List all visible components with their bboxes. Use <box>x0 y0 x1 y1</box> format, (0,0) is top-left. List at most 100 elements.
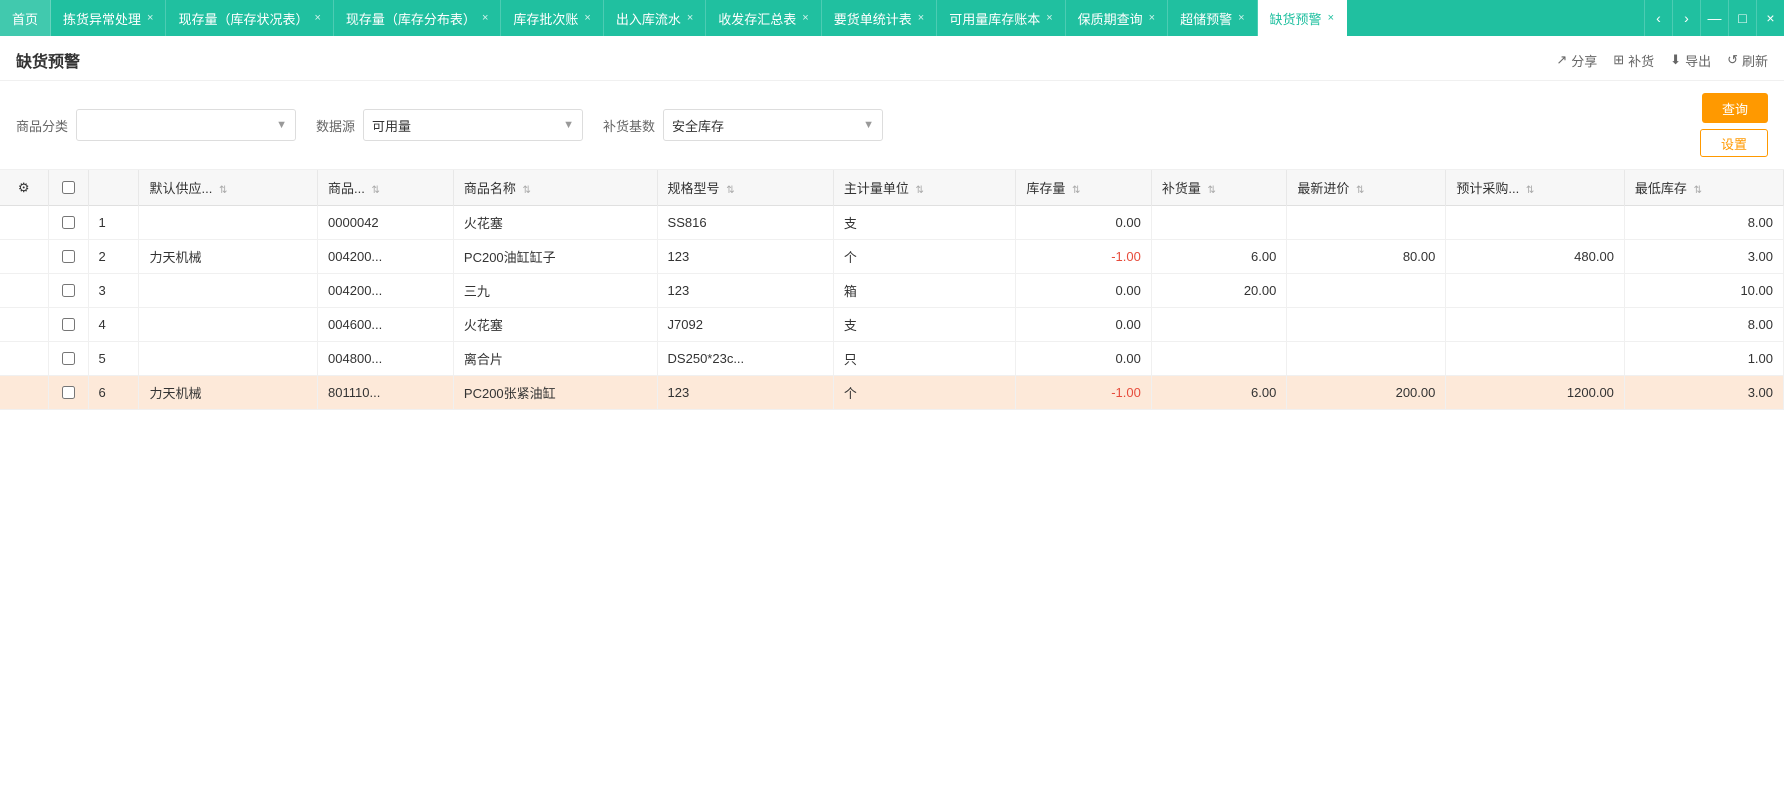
select-all-checkbox[interactable] <box>62 181 75 194</box>
tab-close-batch-account[interactable]: × <box>584 12 590 24</box>
row-min-stock: 3.00 <box>1624 240 1783 274</box>
replenish-icon: ⊞ <box>1613 52 1624 68</box>
row-replenish-qty <box>1151 308 1287 342</box>
col-product-code[interactable]: 商品... ⇅ <box>318 170 454 206</box>
row-checkbox[interactable] <box>62 386 75 399</box>
refresh-button[interactable]: ↺ 刷新 <box>1727 51 1768 70</box>
row-supplier: 力天机械 <box>139 376 318 410</box>
row-checkbox[interactable] <box>62 284 75 297</box>
tab-close-shortage[interactable]: × <box>1328 12 1334 24</box>
tab-close-inventory-dist[interactable]: × <box>482 12 488 24</box>
tab-inventory-status[interactable]: 现存量（库存状况表） × <box>166 0 333 36</box>
table-container: ⚙ 默认供应... ⇅ 商品... ⇅ <box>0 170 1784 410</box>
row-spec: DS250*23c... <box>657 342 833 376</box>
sort-icon-stock: ⇅ <box>1072 185 1080 196</box>
tab-in-out-flow[interactable]: 出入库流水 × <box>604 0 706 36</box>
col-min-stock[interactable]: 最低库存 ⇅ <box>1624 170 1783 206</box>
export-icon: ⬇ <box>1670 52 1681 68</box>
tab-inventory-dist[interactable]: 现存量（库存分布表） × <box>334 0 501 36</box>
row-checkbox-cell[interactable] <box>48 376 88 410</box>
datasource-select[interactable]: 可用量 ▼ <box>363 109 583 141</box>
datasource-filter-group: 数据源 可用量 ▼ <box>316 109 583 141</box>
replenish-base-select[interactable]: 安全库存 ▼ <box>663 109 883 141</box>
replenish-base-chevron-down-icon: ▼ <box>863 119 874 131</box>
tab-available-ledger[interactable]: 可用量库存账本 × <box>937 0 1065 36</box>
tab-nav-buttons: ‹ › — □ × <box>1644 0 1784 36</box>
window-close[interactable]: × <box>1756 0 1784 36</box>
sort-icon-min-stock: ⇅ <box>1694 185 1702 196</box>
col-stock-qty[interactable]: 库存量 ⇅ <box>1016 170 1152 206</box>
window-maximize[interactable]: □ <box>1728 0 1756 36</box>
tab-close-exception[interactable]: × <box>147 12 153 24</box>
row-num: 5 <box>88 342 139 376</box>
category-select[interactable]: ▼ <box>76 109 296 141</box>
settings-button[interactable]: 设置 <box>1700 129 1768 157</box>
row-num: 4 <box>88 308 139 342</box>
tab-order-stats[interactable]: 要货单统计表 × <box>822 0 937 36</box>
row-unit: 个 <box>833 376 1015 410</box>
col-est-purchase[interactable]: 预计采购... ⇅ <box>1446 170 1625 206</box>
export-button[interactable]: ⬇ 导出 <box>1670 51 1711 70</box>
row-min-stock: 8.00 <box>1624 206 1783 240</box>
row-checkbox[interactable] <box>62 352 75 365</box>
row-checkbox-cell[interactable] <box>48 240 88 274</box>
col-replenish-qty[interactable]: 补货量 ⇅ <box>1151 170 1287 206</box>
tab-scroll-left[interactable]: ‹ <box>1644 0 1672 36</box>
col-unit[interactable]: 主计量单位 ⇅ <box>833 170 1015 206</box>
tab-home[interactable]: 首页 <box>0 0 51 36</box>
tab-close-inventory-status[interactable]: × <box>314 12 320 24</box>
sort-icon-replenish: ⇅ <box>1207 185 1215 196</box>
row-est-purchase: 480.00 <box>1446 240 1625 274</box>
row-num: 1 <box>88 206 139 240</box>
row-spec: 123 <box>657 240 833 274</box>
sort-icon-est-purchase: ⇅ <box>1526 185 1534 196</box>
datasource-select-value: 可用量 <box>372 116 411 135</box>
col-spec[interactable]: 规格型号 ⇅ <box>657 170 833 206</box>
share-button[interactable]: ↗ 分享 <box>1556 51 1597 70</box>
tab-close-receipt-summary[interactable]: × <box>802 12 808 24</box>
settings-gear-icon[interactable]: ⚙ <box>18 180 30 195</box>
tab-close-order-stats[interactable]: × <box>918 12 924 24</box>
row-checkbox[interactable] <box>62 216 75 229</box>
row-checkbox[interactable] <box>62 250 75 263</box>
row-est-purchase <box>1446 274 1625 308</box>
row-checkbox-cell[interactable] <box>48 308 88 342</box>
tab-overstock[interactable]: 超储预警 × <box>1168 0 1257 36</box>
category-chevron-down-icon: ▼ <box>276 119 287 131</box>
col-settings[interactable]: ⚙ <box>0 170 48 206</box>
row-num: 3 <box>88 274 139 308</box>
row-est-purchase <box>1446 342 1625 376</box>
row-latest-price <box>1287 274 1446 308</box>
tab-batch-account[interactable]: 库存批次账 × <box>501 0 603 36</box>
col-default-supplier[interactable]: 默认供应... ⇅ <box>139 170 318 206</box>
tab-close-in-out-flow[interactable]: × <box>687 12 693 24</box>
replenish-button[interactable]: ⊞ 补货 <box>1613 51 1654 70</box>
col-latest-price[interactable]: 最新进价 ⇅ <box>1287 170 1446 206</box>
tab-exception[interactable]: 拣货异常处理 × <box>51 0 166 36</box>
tab-close-overstock[interactable]: × <box>1238 12 1244 24</box>
row-checkbox-cell[interactable] <box>48 342 88 376</box>
row-product-code: 004200... <box>318 240 454 274</box>
tab-shortage[interactable]: 缺货预警 × <box>1258 0 1347 36</box>
row-checkbox-cell[interactable] <box>48 206 88 240</box>
tab-close-expiry-query[interactable]: × <box>1149 12 1155 24</box>
tab-expiry-query[interactable]: 保质期查询 × <box>1066 0 1168 36</box>
row-spec: SS816 <box>657 206 833 240</box>
row-settings-cell <box>0 274 48 308</box>
row-checkbox-cell[interactable] <box>48 274 88 308</box>
row-stock-qty: 0.00 <box>1016 206 1152 240</box>
row-checkbox[interactable] <box>62 318 75 331</box>
col-product-name[interactable]: 商品名称 ⇅ <box>453 170 657 206</box>
sort-icon-name: ⇅ <box>523 185 531 196</box>
row-unit: 个 <box>833 240 1015 274</box>
tab-receipt-summary[interactable]: 收发存汇总表 × <box>706 0 821 36</box>
window-minimize[interactable]: — <box>1700 0 1728 36</box>
row-est-purchase: 1200.00 <box>1446 376 1625 410</box>
query-button[interactable]: 查询 <box>1702 93 1768 123</box>
tab-scroll-right[interactable]: › <box>1672 0 1700 36</box>
row-unit: 支 <box>833 308 1015 342</box>
tab-close-available-ledger[interactable]: × <box>1046 12 1052 24</box>
row-spec: J7092 <box>657 308 833 342</box>
col-checkbox <box>48 170 88 206</box>
row-num: 2 <box>88 240 139 274</box>
